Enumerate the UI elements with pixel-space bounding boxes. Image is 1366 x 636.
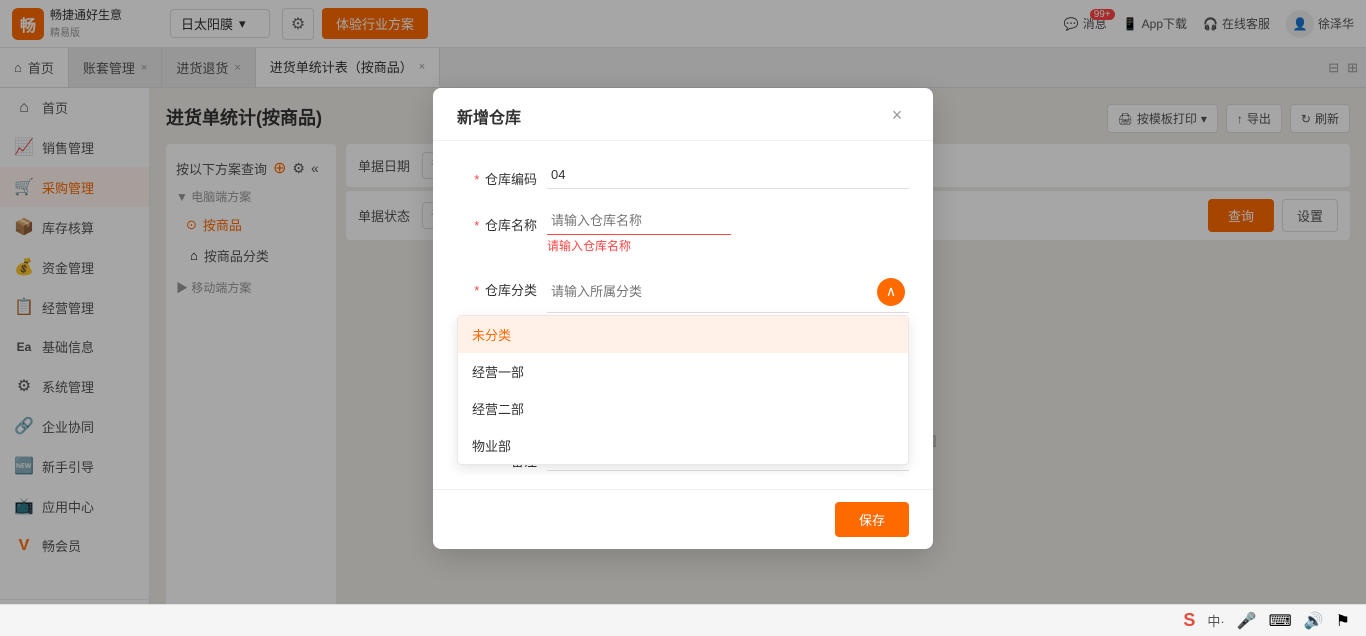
category-form-row: * 仓库分类 ∧ 未分类 经营一部 经营二部 物业部 — [457, 272, 909, 313]
modal-close-button[interactable]: × — [885, 104, 909, 128]
code-form-row: * 仓库编码 — [457, 161, 909, 189]
modal-title: 新增仓库 — [457, 104, 521, 128]
code-input[interactable] — [547, 161, 909, 189]
category-input-wrap: ∧ 未分类 经营一部 经营二部 物业部 — [547, 272, 909, 313]
status-icon-zh: 中· — [1207, 611, 1224, 630]
dropdown-option-3[interactable]: 物业部 — [458, 427, 908, 464]
code-label: * 仓库编码 — [457, 161, 547, 188]
category-input[interactable] — [551, 284, 877, 299]
modal-header: 新增仓库 × — [433, 88, 933, 141]
modal-body: * 仓库编码 * 仓库名称 请输入仓库名称 — [433, 141, 933, 471]
new-warehouse-modal: 新增仓库 × * 仓库编码 * 仓库名称 — [433, 88, 933, 549]
dropdown-option-2[interactable]: 经营二部 — [458, 390, 908, 427]
dropdown-option-1[interactable]: 经营一部 — [458, 353, 908, 390]
status-icon-mic[interactable]: 🎤 — [1237, 611, 1257, 631]
status-bar: S 中· 🎤 ⌨ 🔊 ⚑ — [0, 604, 1366, 636]
name-input[interactable] — [547, 207, 731, 235]
modal-footer: 保存 — [433, 489, 933, 549]
status-icon-kb[interactable]: ⌨ — [1269, 611, 1292, 631]
name-form-row: * 仓库名称 请输入仓库名称 — [457, 207, 909, 254]
dropdown-arrow-icon[interactable]: ∧ — [877, 278, 905, 306]
name-label: * 仓库名称 — [457, 207, 547, 234]
status-icon-flag[interactable]: ⚑ — [1336, 611, 1350, 631]
modal-overlay: 新增仓库 × * 仓库编码 * 仓库名称 — [0, 0, 1366, 636]
category-dropdown-list: 未分类 经营一部 经营二部 物业部 — [457, 315, 909, 465]
category-dropdown-trigger[interactable]: ∧ — [547, 272, 909, 313]
status-icon-speaker[interactable]: 🔊 — [1304, 611, 1324, 631]
name-error-msg: 请输入仓库名称 — [547, 239, 631, 253]
save-button[interactable]: 保存 — [835, 502, 909, 537]
status-icon-s: S — [1183, 610, 1195, 631]
dropdown-option-0[interactable]: 未分类 — [458, 316, 908, 353]
category-label: * 仓库分类 — [457, 272, 547, 299]
